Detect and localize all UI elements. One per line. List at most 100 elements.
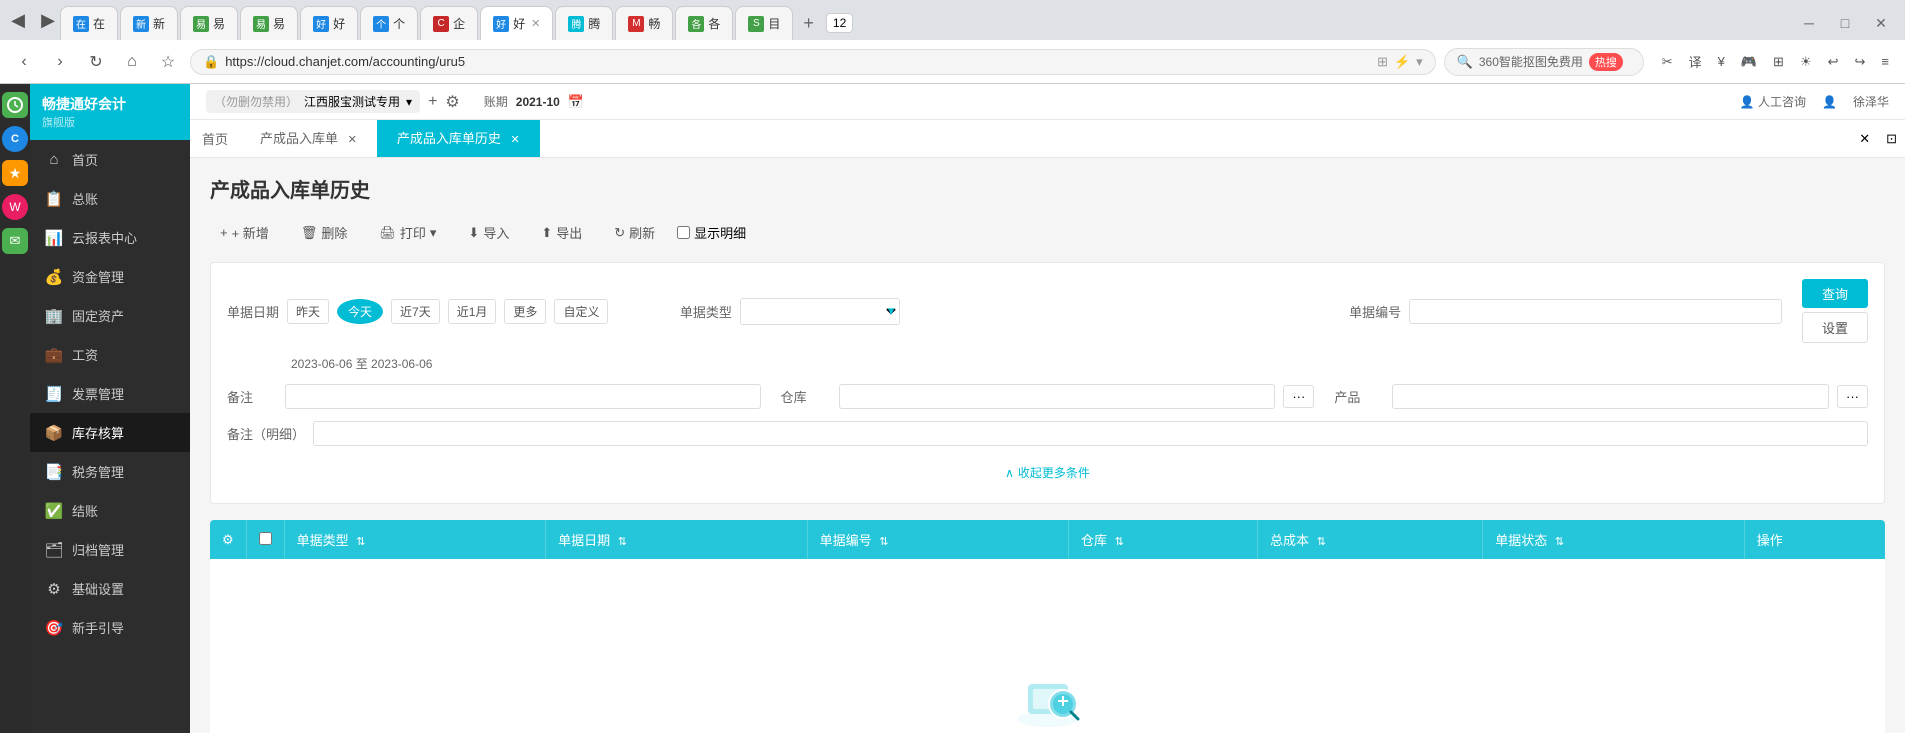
expand-panel-btn[interactable]: ⊡ bbox=[1878, 123, 1905, 155]
company-dropdown-icon[interactable]: ▾ bbox=[406, 95, 412, 109]
tab-close-inventory-history[interactable]: ✕ bbox=[511, 134, 520, 146]
date-more[interactable]: 更多 bbox=[504, 299, 546, 324]
date-custom[interactable]: 自定义 bbox=[554, 299, 608, 324]
sidebar-item-settings[interactable]: ⚙ 基础设置 bbox=[30, 569, 190, 608]
sidebar-item-reports[interactable]: 📊 云报表中心 bbox=[30, 218, 190, 257]
app-icon-mail[interactable]: ✉ bbox=[2, 228, 28, 254]
settings-button[interactable]: 设置 bbox=[1802, 312, 1868, 343]
th-number[interactable]: 单据编号 ⇅ bbox=[807, 520, 1068, 559]
sidebar-item-tax[interactable]: 📑 税务管理 bbox=[30, 452, 190, 491]
company-selector[interactable]: （勿删勿禁用） 江西服宝测试专用 ▾ bbox=[206, 90, 420, 113]
tab-ge2[interactable]: 各 各 bbox=[675, 6, 733, 40]
number-input[interactable] bbox=[1409, 299, 1782, 324]
scissors-icon[interactable]: ✂ bbox=[1656, 52, 1679, 72]
home-button[interactable]: ⌂ bbox=[118, 48, 146, 76]
url-dropdown-icon[interactable]: ▾ bbox=[1416, 54, 1423, 70]
print-button[interactable]: 🖨 打印 ▾ bbox=[369, 219, 446, 246]
close-right-panel-btn[interactable]: ✕ bbox=[1851, 123, 1878, 155]
search-bar[interactable]: 🔍 360智能抠图免费用 热搜 bbox=[1444, 48, 1644, 76]
sidebar-item-checkout[interactable]: ✅ 结账 bbox=[30, 491, 190, 530]
ai-consult-link[interactable]: 👤 人工咨询 bbox=[1740, 93, 1806, 110]
th-total-cost[interactable]: 总成本 ⇅ bbox=[1258, 520, 1483, 559]
minimize-button[interactable]: ─ bbox=[1795, 9, 1823, 37]
tab-zaiyun[interactable]: 在 在 bbox=[60, 6, 118, 40]
show-fields-checkbox[interactable]: 显示明细 bbox=[677, 223, 746, 242]
add-company-icon[interactable]: + bbox=[428, 93, 437, 111]
sidebar-item-funds[interactable]: 💰 资金管理 bbox=[30, 257, 190, 296]
undo-icon[interactable]: ↩ bbox=[1822, 52, 1845, 72]
breadcrumb-home[interactable]: 首页 bbox=[190, 121, 240, 156]
sidebar-item-home[interactable]: ⌂ 首页 bbox=[30, 140, 190, 179]
tab-chang[interactable]: M 畅 bbox=[615, 6, 673, 40]
th-type[interactable]: 单据类型 ⇅ bbox=[284, 520, 545, 559]
warehouse-input[interactable] bbox=[839, 384, 1276, 409]
sidebar-item-archive[interactable]: 🗂 归档管理 bbox=[30, 530, 190, 569]
grid-icon[interactable]: ⊞ bbox=[1767, 52, 1790, 72]
redo-icon[interactable]: ↪ bbox=[1849, 52, 1872, 72]
collapse-button[interactable]: ∧ 收起更多条件 bbox=[227, 458, 1868, 487]
tab-close-hao2[interactable]: ✕ bbox=[531, 17, 540, 30]
delete-button[interactable]: 🗑 删除 bbox=[291, 219, 358, 246]
select-all-checkbox[interactable] bbox=[259, 532, 272, 545]
sun-icon[interactable]: ☀ bbox=[1794, 52, 1818, 72]
tab-teng[interactable]: 腾 腾 bbox=[555, 6, 613, 40]
menu-icon[interactable]: ≡ bbox=[1875, 52, 1895, 71]
sidebar-item-guide[interactable]: 🎯 新手引导 bbox=[30, 608, 190, 647]
period-calendar-icon[interactable]: 📅 bbox=[568, 94, 584, 110]
game-icon[interactable]: 🎮 bbox=[1735, 52, 1763, 72]
add-button[interactable]: + + 新增 bbox=[210, 219, 279, 246]
refresh-button[interactable]: ↻ 刷新 bbox=[604, 219, 665, 246]
translate-icon[interactable]: 译 bbox=[1683, 50, 1708, 73]
back-button[interactable]: ‹ bbox=[10, 48, 38, 76]
th-date[interactable]: 单据日期 ⇅ bbox=[546, 520, 807, 559]
th-check[interactable] bbox=[246, 520, 284, 559]
date-today[interactable]: 今天 bbox=[337, 299, 383, 324]
tab-close-inventory-list[interactable]: ✕ bbox=[348, 134, 357, 146]
export-button[interactable]: ⬆ 导出 bbox=[531, 219, 592, 246]
product-input[interactable] bbox=[1392, 384, 1829, 409]
date-1month[interactable]: 近1月 bbox=[448, 299, 497, 324]
forward-button[interactable]: › bbox=[46, 48, 74, 76]
show-fields-input[interactable] bbox=[677, 226, 690, 239]
url-bar[interactable]: 🔒 https://cloud.chanjet.com/accounting/u… bbox=[190, 49, 1436, 75]
company-settings-icon[interactable]: ⚙ bbox=[445, 92, 459, 112]
sidebar-item-ledger[interactable]: 📋 总账 bbox=[30, 179, 190, 218]
tab-ge[interactable]: 个 个 bbox=[360, 6, 418, 40]
th-warehouse[interactable]: 仓库 ⇅ bbox=[1069, 520, 1258, 559]
tab-qi[interactable]: C 企 bbox=[420, 6, 478, 40]
close-button[interactable]: ✕ bbox=[1867, 9, 1895, 37]
note-detail-input[interactable] bbox=[313, 421, 1868, 446]
date-yesterday[interactable]: 昨天 bbox=[287, 299, 329, 324]
tab-inventory-history[interactable]: 产成品入库单历史 ✕ bbox=[377, 120, 540, 157]
th-status[interactable]: 单据状态 ⇅ bbox=[1483, 520, 1744, 559]
tab-hao2[interactable]: 好 好 ✕ bbox=[480, 6, 553, 40]
refresh-button[interactable]: ↻ bbox=[82, 48, 110, 76]
currency-icon[interactable]: ¥ bbox=[1712, 52, 1731, 71]
warehouse-ellipsis-btn[interactable]: ··· bbox=[1283, 385, 1314, 408]
browser-back-icon[interactable]: ◀ bbox=[4, 6, 32, 34]
tab-mu[interactable]: S 目 bbox=[735, 6, 793, 40]
tab-new[interactable]: 新 新 bbox=[120, 6, 178, 40]
th-gear[interactable]: ⚙ bbox=[210, 520, 246, 559]
tab-yi1[interactable]: 易 易 bbox=[180, 6, 238, 40]
restore-button[interactable]: □ bbox=[1831, 9, 1859, 37]
date-7days[interactable]: 近7天 bbox=[391, 299, 440, 324]
note-input[interactable] bbox=[285, 384, 761, 409]
tab-hao1[interactable]: 好 好 bbox=[300, 6, 358, 40]
product-ellipsis-btn[interactable]: ··· bbox=[1837, 385, 1868, 408]
import-button[interactable]: ⬇ 导入 bbox=[458, 219, 519, 246]
new-tab-button[interactable]: + bbox=[795, 13, 822, 34]
app-icon-star[interactable]: ★ bbox=[2, 160, 28, 186]
app-icon-main[interactable] bbox=[2, 92, 28, 118]
bookmark-button[interactable]: ☆ bbox=[154, 48, 182, 76]
app-icon-changjie[interactable]: C bbox=[2, 126, 28, 152]
tab-inventory-list[interactable]: 产成品入库单 ✕ bbox=[240, 120, 377, 157]
type-select[interactable] bbox=[740, 298, 900, 325]
browser-forward-icon[interactable]: ▶ bbox=[34, 6, 62, 34]
sidebar-item-payroll[interactable]: 💼 工资 bbox=[30, 335, 190, 374]
app-icon-weibo[interactable]: W bbox=[2, 194, 28, 220]
tab-yi2[interactable]: 易 易 bbox=[240, 6, 298, 40]
sidebar-item-inventory[interactable]: 📦 库存核算 bbox=[30, 413, 190, 452]
sidebar-item-fixed[interactable]: 🏢 固定资产 bbox=[30, 296, 190, 335]
sidebar-item-invoice[interactable]: 🧾 发票管理 bbox=[30, 374, 190, 413]
